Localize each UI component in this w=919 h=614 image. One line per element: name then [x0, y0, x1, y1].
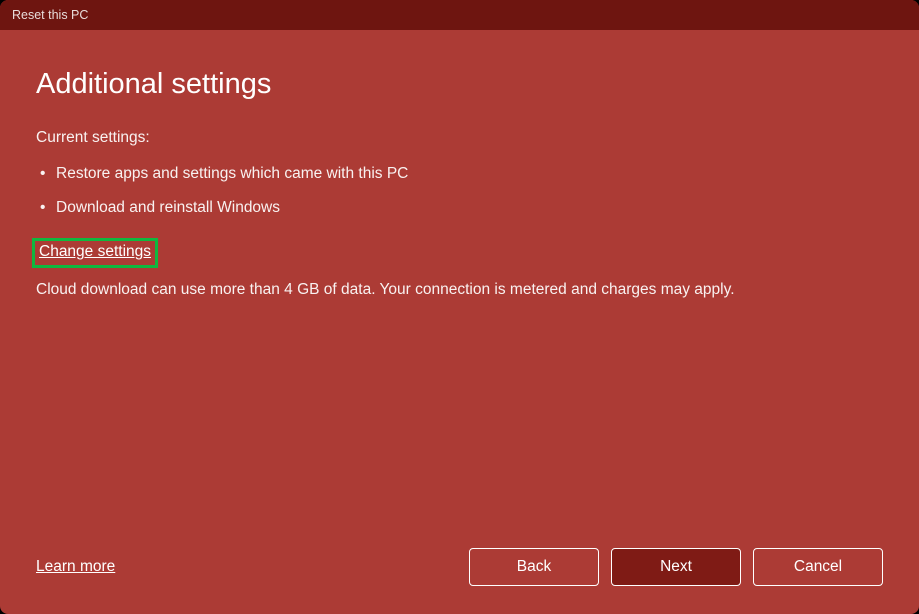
learn-more-link[interactable]: Learn more [36, 558, 115, 576]
highlight-box: Change settings [32, 238, 158, 268]
info-text: Cloud download can use more than 4 GB of… [36, 278, 856, 302]
button-row: Back Next Cancel [469, 548, 883, 586]
next-button[interactable]: Next [611, 548, 741, 586]
settings-list: Restore apps and settings which came wit… [36, 157, 883, 224]
window-title: Reset this PC [12, 8, 88, 22]
reset-pc-window: Reset this PC Additional settings Curren… [0, 0, 919, 614]
content-area: Additional settings Current settings: Re… [0, 30, 919, 614]
page-title: Additional settings [36, 68, 883, 101]
list-item: Download and reinstall Windows [36, 191, 883, 225]
titlebar: Reset this PC [0, 0, 919, 30]
change-settings-link[interactable]: Change settings [39, 243, 151, 260]
footer: Learn more Back Next Cancel [36, 548, 883, 586]
cancel-button[interactable]: Cancel [753, 548, 883, 586]
list-item: Restore apps and settings which came wit… [36, 157, 883, 191]
back-button[interactable]: Back [469, 548, 599, 586]
current-settings-label: Current settings: [36, 129, 883, 147]
